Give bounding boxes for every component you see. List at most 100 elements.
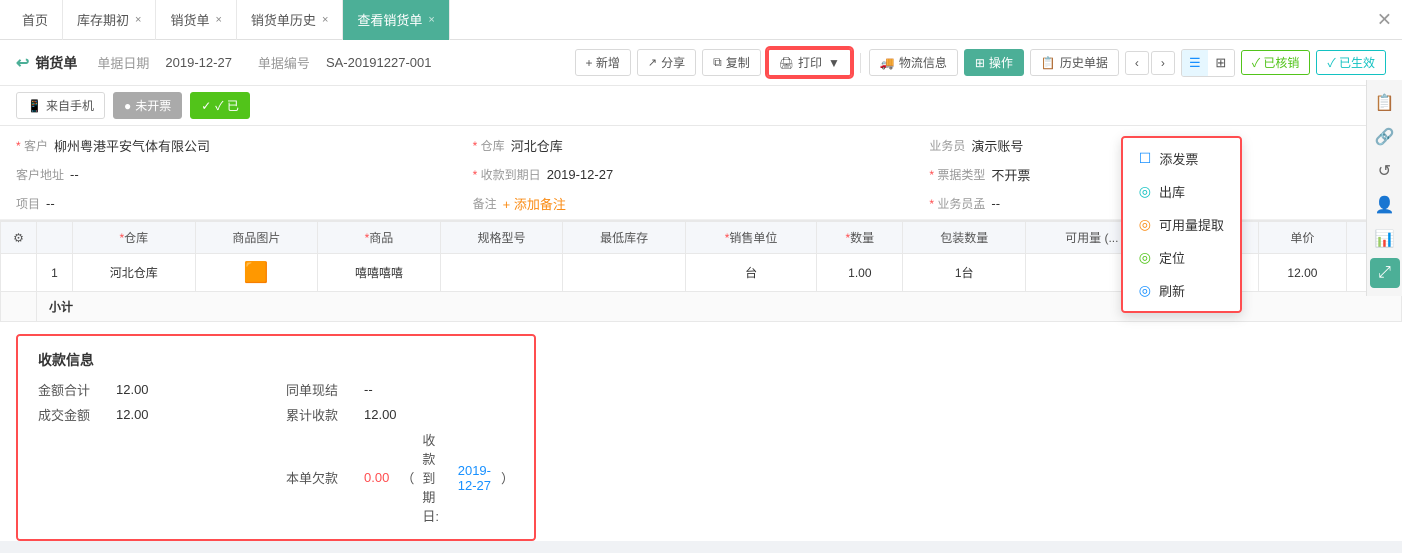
dropdown-menu: ☐ 添发票 ◎ 出库 ◎ 可用量提取 ◎ 定位 ◎ 刷新 bbox=[1121, 136, 1242, 313]
row-spec bbox=[440, 254, 563, 292]
transaction-row: 成交金额 12.00 bbox=[38, 405, 266, 424]
tab-view-sales[interactable]: 查看销货单 × bbox=[343, 0, 449, 40]
address-field: 客户地址 -- bbox=[16, 165, 473, 184]
dropdown-outbound[interactable]: ◎ 出库 bbox=[1123, 175, 1240, 208]
sales-staff-value: -- bbox=[991, 196, 1000, 211]
from-phone-btn[interactable]: 📱 来自手机 bbox=[16, 92, 105, 119]
sidebar-user-icon[interactable]: 👤 bbox=[1370, 190, 1400, 220]
project-label: 项目 bbox=[16, 195, 40, 212]
row-pack-qty: 1台 bbox=[903, 254, 1026, 292]
due-date-field: 收款到期日 2019-12-27 bbox=[473, 165, 930, 184]
new-button[interactable]: + 新增 bbox=[575, 49, 631, 76]
add-invoice-label: 添发票 bbox=[1159, 149, 1198, 168]
phone-icon: 📱 bbox=[27, 99, 42, 113]
copy-button[interactable]: ⧉ 复制 bbox=[702, 49, 761, 76]
view-grid-btn[interactable]: ⊞ bbox=[1208, 50, 1234, 76]
effective-status-btn[interactable]: ✓ 已生效 bbox=[1316, 50, 1386, 75]
operation-button[interactable]: ⊞ 操作 bbox=[964, 49, 1024, 76]
tab-home[interactable]: 首页 bbox=[8, 0, 63, 40]
print-button[interactable]: 🖨 打印 ▼ bbox=[767, 48, 852, 77]
tab-sales-history[interactable]: 销货单历史 × bbox=[237, 0, 343, 40]
nav-prev[interactable]: ‹ bbox=[1125, 51, 1149, 75]
row-min-stock bbox=[563, 254, 686, 292]
history-button[interactable]: 📋 历史单据 bbox=[1030, 49, 1119, 76]
right-sidebar: 📋 🔗 ↺ 👤 📊 ⤢ bbox=[1366, 80, 1402, 296]
refresh-icon: ◎ bbox=[1139, 282, 1151, 299]
action-row: 📱 来自手机 ● 未开票 ✓ ✓ 已 bbox=[0, 86, 1402, 126]
not-open-btn[interactable]: ● 未开票 bbox=[113, 92, 182, 119]
print-dropdown-icon: ▼ bbox=[828, 56, 840, 70]
doc-type-label: 销货单 bbox=[35, 53, 77, 73]
col-pack-qty: 包装数量 bbox=[903, 222, 1026, 254]
customer-label: 客户 bbox=[16, 137, 48, 154]
tab-sales-close[interactable]: × bbox=[215, 14, 221, 26]
project-field: 项目 -- bbox=[16, 194, 473, 213]
total-amount-key: 金额合计 bbox=[38, 380, 108, 399]
sidebar-link-icon[interactable]: 🔗 bbox=[1370, 122, 1400, 152]
sidebar-docs-icon[interactable]: 📋 bbox=[1370, 88, 1400, 118]
doc-title: ↩ 销货单 bbox=[16, 53, 77, 73]
doc-header: ↩ 销货单 单据日期 2019-12-27 单据编号 SA-20191227-0… bbox=[0, 40, 1402, 86]
row-product-img: 🟧 bbox=[195, 254, 318, 292]
sold-status-btn[interactable]: ✓ 已核销 bbox=[1241, 50, 1311, 75]
note-add-btn[interactable]: + 添加备注 bbox=[503, 194, 566, 213]
nav-next[interactable]: › bbox=[1151, 51, 1175, 75]
available-qty-icon: ◎ bbox=[1139, 216, 1151, 233]
total-amount-val: 12.00 bbox=[116, 382, 149, 397]
operation-icon: ⊞ bbox=[975, 56, 985, 70]
arrears-due-label: 收款到期日: bbox=[422, 430, 445, 525]
row-unit-price: 12.00 bbox=[1258, 254, 1347, 292]
dropdown-available-qty[interactable]: ◎ 可用量提取 bbox=[1123, 208, 1240, 241]
nav-arrows: ‹ › bbox=[1125, 51, 1175, 75]
warehouse-field: 仓库 河北仓库 bbox=[473, 136, 930, 155]
arrears-close: ） bbox=[501, 468, 514, 487]
arrears-val: 0.00 bbox=[364, 470, 389, 485]
dropdown-add-invoice[interactable]: ☐ 添发票 bbox=[1123, 142, 1240, 175]
effective-label: 已生效 bbox=[1339, 56, 1375, 70]
sidebar-rotate-icon[interactable]: ↺ bbox=[1370, 156, 1400, 186]
logistics-button[interactable]: 🚚 物流信息 bbox=[869, 49, 958, 76]
tab-sales-order[interactable]: 销货单 × bbox=[156, 0, 236, 40]
ticket-type-label: 票据类型 bbox=[929, 166, 985, 183]
locate-icon: ◎ bbox=[1139, 249, 1151, 266]
payment-col-right: 同单现结 -- 累计收款 12.00 本单欠款 0.00 （ 收款到期日: 20… bbox=[286, 380, 514, 525]
col-warehouse: *仓库 bbox=[73, 222, 196, 254]
tab-view-close[interactable]: × bbox=[428, 14, 434, 26]
col-unit-price: 单价 bbox=[1258, 222, 1347, 254]
doc-meta: 单据日期 2019-12-27 单据编号 SA-20191227-001 bbox=[97, 53, 431, 72]
sidebar-chart-icon[interactable]: 📊 bbox=[1370, 224, 1400, 254]
logistics-label: 物流信息 bbox=[899, 54, 947, 71]
transaction-val: 12.00 bbox=[116, 407, 149, 422]
confirm-btn[interactable]: ✓ ✓ 已 bbox=[190, 92, 250, 119]
window-close-icon[interactable]: ✕ bbox=[1377, 9, 1392, 30]
staff-label: 业务员 bbox=[929, 137, 965, 154]
sales-order-icon: ↩ bbox=[16, 53, 29, 73]
share-button[interactable]: ↗ 分享 bbox=[637, 49, 696, 76]
same-order-key: 同单现结 bbox=[286, 380, 356, 399]
dropdown-refresh[interactable]: ◎ 刷新 bbox=[1123, 274, 1240, 307]
tab-inventory-init[interactable]: 库存期初 × bbox=[63, 0, 156, 40]
share-label: 分享 bbox=[661, 54, 685, 71]
tab-history-label: 销货单历史 bbox=[251, 10, 316, 29]
outbound-icon: ◎ bbox=[1139, 183, 1151, 200]
sold-icon: ✓ bbox=[1252, 56, 1260, 70]
same-order-row: 同单现结 -- bbox=[286, 380, 514, 399]
view-toggle: ☰ ⊞ bbox=[1181, 49, 1235, 77]
col-quantity: *数量 bbox=[817, 222, 903, 254]
from-phone-label: 来自手机 bbox=[46, 97, 94, 114]
copy-icon: ⧉ bbox=[713, 55, 722, 70]
arrears-suffix: （ bbox=[401, 468, 414, 487]
view-list-btn[interactable]: ☰ bbox=[1182, 50, 1208, 76]
not-open-label: 未开票 bbox=[135, 97, 171, 114]
tab-inventory-close[interactable]: × bbox=[135, 14, 141, 26]
staff-value: 演示账号 bbox=[971, 136, 1023, 155]
dropdown-locate[interactable]: ◎ 定位 bbox=[1123, 241, 1240, 274]
sidebar-expand-icon[interactable]: ⤢ bbox=[1370, 258, 1400, 288]
project-value: -- bbox=[46, 196, 55, 211]
logistics-icon: 🚚 bbox=[880, 56, 895, 70]
arrears-row: 本单欠款 0.00 （ 收款到期日: 2019-12-27 ） bbox=[286, 430, 514, 525]
sales-staff-label: 业务员孟 bbox=[929, 195, 985, 212]
tab-history-close[interactable]: × bbox=[322, 14, 328, 26]
warehouse-value: 河北仓库 bbox=[511, 136, 563, 155]
total-amount-row: 金额合计 12.00 bbox=[38, 380, 266, 399]
